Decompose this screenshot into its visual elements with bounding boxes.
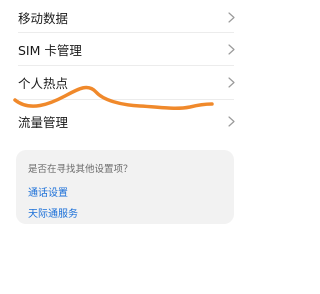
suggestion-title: 是否在寻找其他设置项？: [28, 164, 133, 175]
settings-item-label: 移动数据: [18, 10, 69, 26]
suggestion-link-call-settings[interactable]: 通话设置: [28, 184, 222, 199]
settings-item-label: SIM 卡管理: [18, 42, 82, 58]
divider: [18, 99, 234, 100]
chevron-right-icon: [226, 11, 236, 23]
suggestion-link-skyroam-service[interactable]: 天际通服务: [28, 205, 222, 220]
settings-item-sim-management[interactable]: SIM 卡管理: [0, 32, 250, 66]
chevron-right-icon: [226, 76, 236, 88]
settings-item-personal-hotspot[interactable]: 个人热点: [0, 65, 250, 99]
chevron-right-icon: [226, 115, 236, 127]
settings-item-mobile-data[interactable]: 移动数据: [0, 0, 250, 34]
settings-item-data-usage[interactable]: 流量管理: [0, 104, 250, 138]
settings-item-label: 个人热点: [18, 75, 69, 91]
suggestion-card: 是否在寻找其他设置项？ 通话设置 天际通服务: [16, 150, 234, 224]
settings-screen: 移动数据 SIM 卡管理 个人热点 流量管理 是否在寻找其他设置项？ 通话设置 …: [0, 0, 250, 294]
chevron-right-icon: [226, 43, 236, 55]
settings-item-label: 流量管理: [18, 114, 69, 130]
